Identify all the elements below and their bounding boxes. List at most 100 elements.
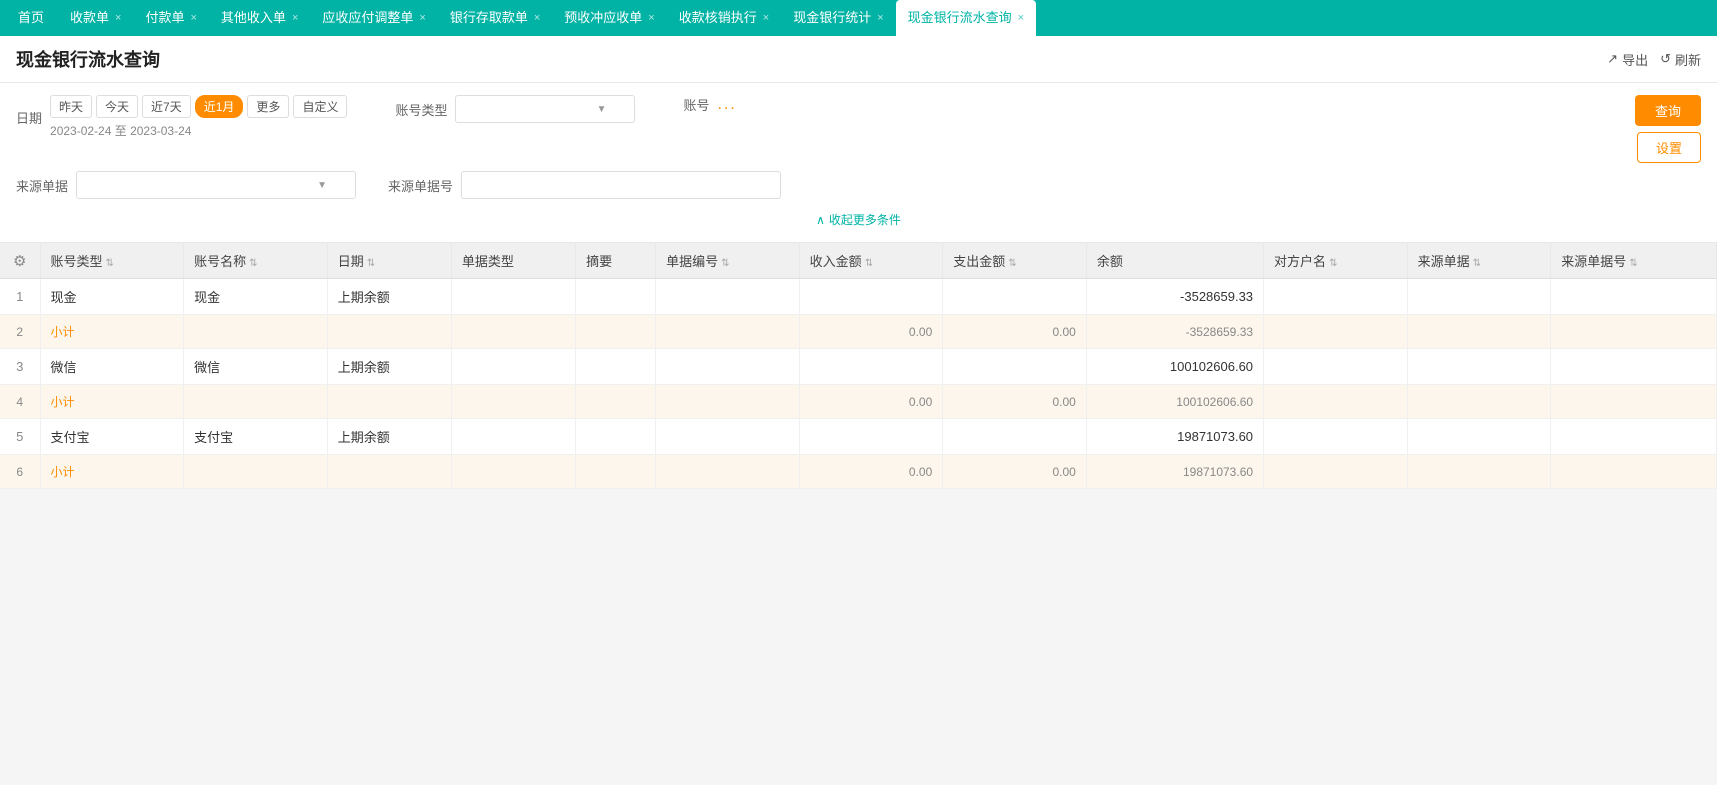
cell-summary (576, 455, 656, 489)
sort-icon: ⇅ (249, 258, 257, 269)
source-doc-select[interactable]: ▼ (76, 171, 356, 199)
date-option-近7天[interactable]: 近7天 (142, 95, 191, 118)
cell-account_type: 小计 (40, 455, 184, 489)
cell-income (799, 349, 943, 385)
sort-icon: ⇅ (106, 258, 114, 269)
cell-index: 6 (0, 455, 40, 489)
cell-account_type: 小计 (40, 315, 184, 349)
col-header-doc_no[interactable]: 单据编号⇅ (656, 243, 800, 279)
col-header-counterparty[interactable]: 对方户名⇅ (1264, 243, 1408, 279)
nav-tab-应收应付调整单[interactable]: 应收应付调整单× (310, 0, 437, 36)
query-button[interactable]: 查询 (1635, 95, 1701, 126)
filter-area: 日期 昨天今天近7天近1月更多自定义 2023-02-24 至 2023-03-… (0, 83, 1717, 243)
tab-close-icon[interactable]: × (292, 0, 298, 36)
account-type-filter-group: 账号类型 ▼ (395, 95, 635, 123)
nav-tab-现金银行统计[interactable]: 现金银行统计× (781, 0, 895, 36)
cell-doc_no (656, 315, 800, 349)
table-row: 4小计0.000.00100102606.60 (0, 385, 1717, 419)
tab-label: 付款单 (145, 0, 184, 36)
cell-account_name (184, 315, 328, 349)
cell-account_type: 小计 (40, 385, 184, 419)
cell-expense (943, 419, 1087, 455)
source-doc-no-input[interactable] (461, 171, 781, 199)
cell-doc_type (451, 279, 575, 315)
col-header-doc_type: 单据类型 (451, 243, 575, 279)
settings-button[interactable]: 设置 (1637, 132, 1701, 163)
cell-summary (576, 419, 656, 455)
collapse-icon: ∧ (816, 213, 825, 227)
nav-home[interactable]: 首页 (4, 0, 58, 36)
nav-tab-预收冲应收单[interactable]: 预收冲应收单× (552, 0, 666, 36)
cell-counterparty (1264, 419, 1408, 455)
export-button[interactable]: ↗ 导出 (1607, 50, 1648, 69)
col-header-expense[interactable]: 支出金额⇅ (943, 243, 1087, 279)
col-label: 来源单据 (1418, 254, 1470, 269)
cell-doc_no (656, 349, 800, 385)
date-label: 日期 (16, 108, 42, 127)
col-label: 收入金额 (810, 254, 862, 269)
sort-icon: ⇅ (367, 258, 375, 269)
tab-close-icon[interactable]: × (419, 0, 425, 36)
tab-close-icon[interactable]: × (877, 0, 883, 36)
col-header-date[interactable]: 日期⇅ (327, 243, 451, 279)
nav-tab-收款单[interactable]: 收款单× (58, 0, 133, 36)
nav-tab-付款单[interactable]: 付款单× (133, 0, 208, 36)
date-options-col: 昨天今天近7天近1月更多自定义 2023-02-24 至 2023-03-24 (50, 95, 347, 139)
nav-tab-收款核销执行[interactable]: 收款核销执行× (667, 0, 781, 36)
chevron-down-icon-2: ▼ (317, 180, 327, 191)
cell-date (327, 385, 451, 419)
filter-actions: 查询 设置 (1635, 95, 1701, 163)
col-header-source_doc_no[interactable]: 来源单据号⇅ (1551, 243, 1717, 279)
cell-source_doc (1407, 315, 1551, 349)
cell-expense: 0.00 (943, 455, 1087, 489)
tab-close-icon[interactable]: × (190, 0, 196, 36)
tab-close-icon[interactable]: × (763, 0, 769, 36)
cell-source_doc (1407, 279, 1551, 315)
col-header-summary: 摘要 (576, 243, 656, 279)
col-label: 单据编号 (666, 254, 718, 269)
date-option-近1月[interactable]: 近1月 (195, 95, 244, 118)
col-label: 账号类型 (51, 254, 103, 269)
more-dots[interactable]: ... (717, 96, 736, 114)
cell-account_name: 现金 (184, 279, 328, 315)
refresh-button[interactable]: ↺ 刷新 (1660, 50, 1701, 69)
col-header-source_doc[interactable]: 来源单据⇅ (1407, 243, 1551, 279)
tab-close-icon[interactable]: × (1018, 0, 1024, 36)
nav-tab-现金银行流水查询[interactable]: 现金银行流水查询× (896, 0, 1036, 36)
date-option-昨天[interactable]: 昨天 (50, 95, 92, 118)
cell-summary (576, 315, 656, 349)
nav-tab-银行存取款单[interactable]: 银行存取款单× (438, 0, 552, 36)
cell-account_type: 现金 (40, 279, 184, 315)
nav-tab-其他收入单[interactable]: 其他收入单× (209, 0, 310, 36)
tab-label: 预收冲应收单 (564, 0, 642, 36)
cell-date (327, 455, 451, 489)
table-row: 6小计0.000.0019871073.60 (0, 455, 1717, 489)
cell-counterparty (1264, 349, 1408, 385)
date-option-今天[interactable]: 今天 (96, 95, 138, 118)
date-option-自定义[interactable]: 自定义 (293, 95, 347, 118)
col-header-account_name[interactable]: 账号名称⇅ (184, 243, 328, 279)
cell-income (799, 279, 943, 315)
column-settings[interactable]: ⚙ (0, 243, 40, 279)
date-option-更多[interactable]: 更多 (247, 95, 289, 118)
account-type-select[interactable]: ▼ (455, 95, 635, 123)
collapse-bar[interactable]: ∧ 收起更多条件 (16, 207, 1701, 234)
table-row: 2小计0.000.00-3528659.33 (0, 315, 1717, 349)
tab-close-icon[interactable]: × (115, 0, 121, 36)
tab-close-icon[interactable]: × (648, 0, 654, 36)
cell-account_name (184, 385, 328, 419)
col-header-income[interactable]: 收入金额⇅ (799, 243, 943, 279)
cell-income: 0.00 (799, 385, 943, 419)
tab-close-icon[interactable]: × (534, 0, 540, 36)
date-range: 2023-02-24 至 2023-03-24 (50, 122, 347, 139)
table-row: 3微信微信上期余额100102606.60 (0, 349, 1717, 385)
table-body: 1现金现金上期余额-3528659.332小计0.000.00-3528659.… (0, 279, 1717, 489)
cell-date (327, 315, 451, 349)
gear-icon[interactable]: ⚙ (13, 253, 26, 270)
cell-source_doc_no (1551, 349, 1717, 385)
sort-icon: ⇅ (721, 258, 729, 269)
cell-source_doc_no (1551, 385, 1717, 419)
col-header-account_type[interactable]: 账号类型⇅ (40, 243, 184, 279)
collapse-label: 收起更多条件 (829, 211, 901, 228)
cell-counterparty (1264, 315, 1408, 349)
